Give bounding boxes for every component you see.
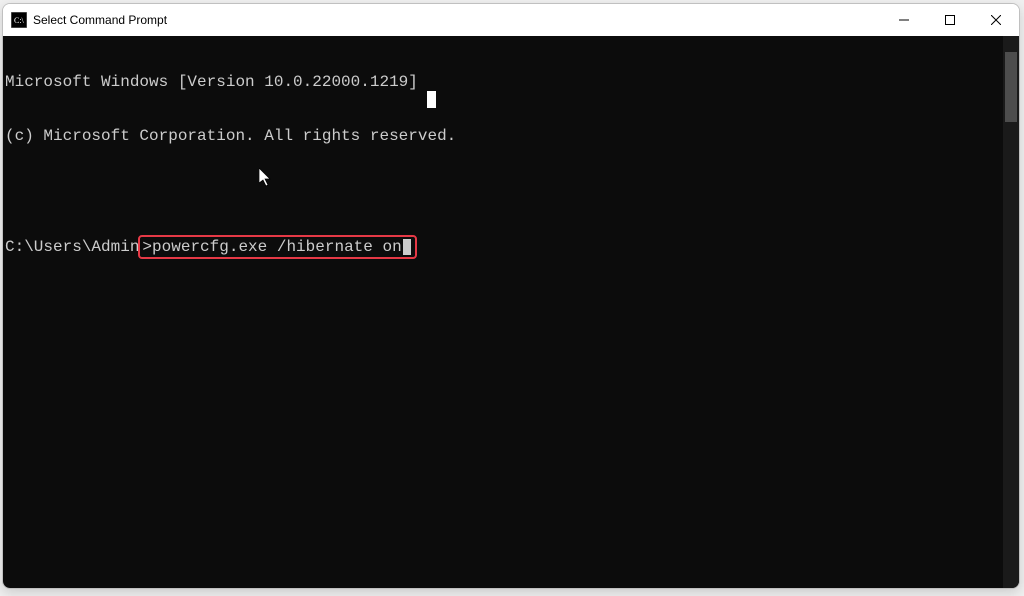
text-cursor xyxy=(403,239,411,255)
close-button[interactable] xyxy=(973,4,1019,36)
window-controls xyxy=(881,4,1019,36)
scrollbar-track[interactable] xyxy=(1003,36,1019,588)
terminal-area[interactable]: Microsoft Windows [Version 10.0.22000.12… xyxy=(3,36,1019,588)
svg-text:C:\: C:\ xyxy=(14,16,25,25)
titlebar[interactable]: C:\ Select Command Prompt xyxy=(3,4,1019,36)
command-highlight: >powercfg.exe /hibernate on xyxy=(138,235,416,259)
scrollbar-thumb[interactable] xyxy=(1005,52,1017,122)
selection-cursor xyxy=(427,91,436,108)
maximize-icon xyxy=(945,15,955,25)
minimize-button[interactable] xyxy=(881,4,927,36)
terminal-blank-line xyxy=(5,181,1017,199)
prompt-char: > xyxy=(142,238,152,256)
terminal-prompt-line: C:\Users\Admin>powercfg.exe /hibernate o… xyxy=(5,235,1017,259)
minimize-icon xyxy=(899,15,909,25)
close-icon xyxy=(991,15,1001,25)
typed-command: powercfg.exe /hibernate on xyxy=(152,238,402,256)
terminal-content: Microsoft Windows [Version 10.0.22000.12… xyxy=(3,36,1019,296)
window-title: Select Command Prompt xyxy=(33,13,881,27)
terminal-line-1: Microsoft Windows [Version 10.0.22000.12… xyxy=(5,73,1017,91)
terminal-line-2: (c) Microsoft Corporation. All rights re… xyxy=(5,127,1017,145)
cmd-icon: C:\ xyxy=(11,12,27,28)
maximize-button[interactable] xyxy=(927,4,973,36)
command-prompt-window: C:\ Select Command Prompt xyxy=(2,3,1020,589)
prompt-path: C:\Users\Admin xyxy=(5,238,139,256)
